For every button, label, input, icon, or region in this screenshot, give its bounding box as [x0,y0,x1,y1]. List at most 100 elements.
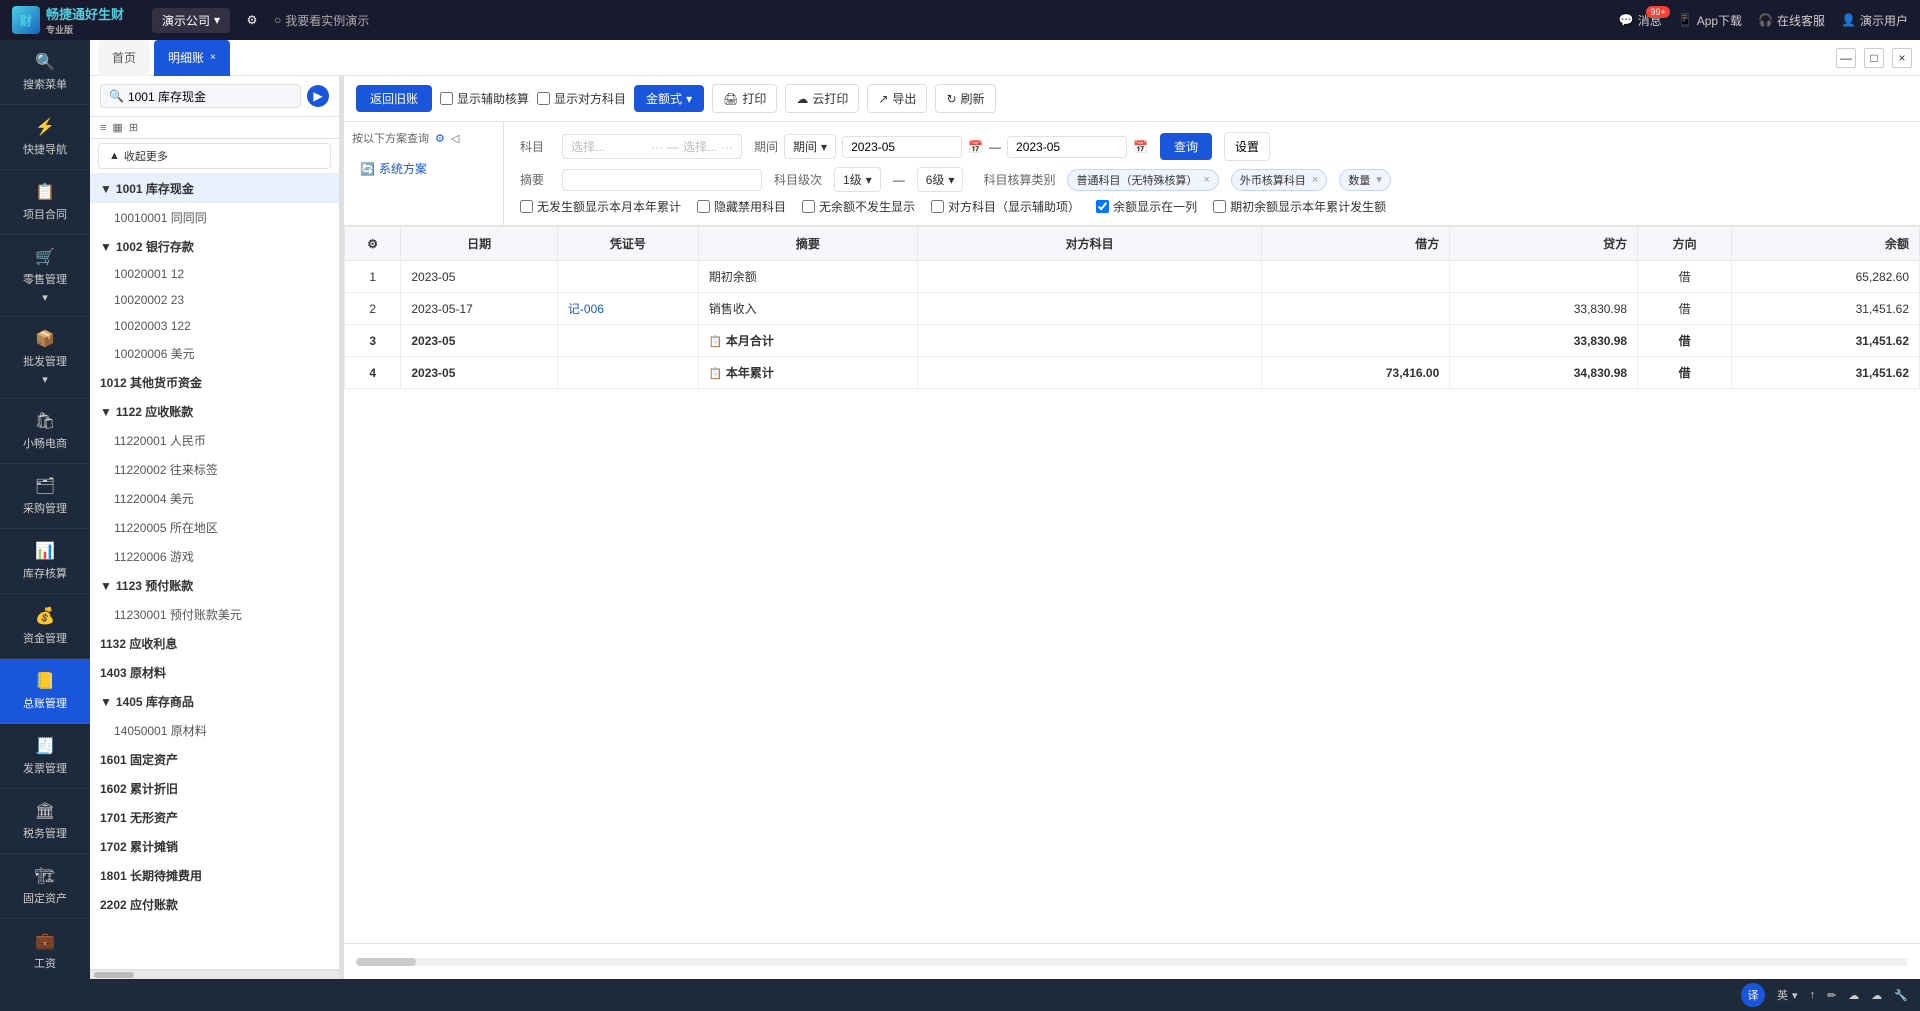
refresh-button[interactable]: ↻ 刷新 [935,84,995,113]
sidebar-item-tax[interactable]: 🏛 税务管理 [0,789,90,854]
account-item-10020003[interactable]: 10020003 122 [90,313,339,339]
show-balance-col-checkbox[interactable] [1096,200,1109,213]
app-download-button[interactable]: 📱 App下载 [1678,12,1742,29]
period-mode-select[interactable]: 期间 ▾ [784,134,836,159]
show-counterpart-checkbox-area[interactable]: 显示对方科目 [537,90,626,107]
sidebar-item-purchase[interactable]: 🗂 采购管理 [0,464,90,529]
account-item-11220004[interactable]: 11220004 美元 [90,484,339,513]
upload-button[interactable]: ↑ [1810,989,1816,1001]
account-item-11230001[interactable]: 11230001 预付账款美元 [90,600,339,629]
amount-mode-button[interactable]: 金额式 ▾ [634,85,704,112]
account-item-1602[interactable]: 1602 累计折旧 [90,774,339,803]
account-item-1601[interactable]: 1601 固定资产 [90,745,339,774]
account-item-11220002[interactable]: 11220002 往来标签 [90,455,339,484]
sidebar-item-salary[interactable]: 💼 工资 [0,919,90,979]
show-counterpart-filter-checkbox[interactable] [931,200,944,213]
cloud-sync-button[interactable]: ☁ [1848,989,1859,1002]
restore-button[interactable]: — [1836,48,1856,68]
sidebar-item-project[interactable]: 📋 项目合同 [0,170,90,235]
no-occurrence-checkbox[interactable] [520,200,533,213]
sidebar-item-finance[interactable]: 💰 资金管理 [0,594,90,659]
account-item-1405[interactable]: ▼ 1405 库存商品 [90,687,339,716]
show-balance-col-checkbox-area[interactable]: 余额显示在一列 [1096,198,1197,215]
account-item-1123[interactable]: ▼ 1123 预付账款 [90,571,339,600]
calendar-icon[interactable]: 📅 [1133,140,1148,154]
language-button[interactable]: 英 ▾ [1777,987,1798,1003]
account-item-2202[interactable]: 2202 应付账款 [90,890,339,919]
show-counterpart-checkbox[interactable] [537,92,550,105]
subject-input-area[interactable]: 选择... ··· — 选择... ··· [562,134,742,159]
print-button[interactable]: 🖨 打印 [712,84,777,113]
show-aux-checkbox[interactable] [440,92,453,105]
account-item-11220005[interactable]: 11220005 所在地区 [90,513,339,542]
period-beginning-checkbox-area[interactable]: 期初余额显示本年累计发生额 [1213,198,1386,215]
account-item-10010001[interactable]: 10010001 同同同 [90,203,339,232]
account-item-14050001[interactable]: 14050001 原材料 [90,716,339,745]
sidebar-item-ecommerce[interactable]: 🛍 小畅电商 [0,399,90,464]
account-item-1403[interactable]: 1403 原材料 [90,658,339,687]
sidebar-item-fixed-assets[interactable]: 🏗 固定资产 [0,854,90,919]
account-item-10020006[interactable]: 10020006 美元 [90,339,339,368]
account-item-1012[interactable]: 1012 其他货币资金 [90,368,339,397]
summary-input[interactable] [562,169,762,191]
settings-button[interactable]: ⚙ [238,6,266,34]
message-button[interactable]: 💬 消息 99+ [1619,12,1662,29]
sidebar-item-quick-nav[interactable]: ⚡ 快捷导航 [0,105,90,170]
edit-button[interactable]: ✏ [1827,989,1836,1002]
account-item-1122[interactable]: ▼ 1122 应收账款 [90,397,339,426]
sidebar-item-invoice[interactable]: 🧾 发票管理 [0,724,90,789]
show-counterpart-filter-checkbox-area[interactable]: 对方科目（显示辅助项） [931,198,1080,215]
tab-detail[interactable]: 明细账 × [154,40,230,76]
demo-button[interactable]: ○ 我要看实例演示 [274,12,369,29]
account-item-1801[interactable]: 1801 长期待摊费用 [90,861,339,890]
period-start-input[interactable] [842,136,962,158]
account-item-11220001[interactable]: 11220001 人民币 [90,426,339,455]
hide-disabled-checkbox[interactable] [697,200,710,213]
account-item-10020001[interactable]: 10020001 12 [90,261,339,287]
account-nav-button[interactable]: ▶ [307,85,329,107]
scheme-system[interactable]: 🔄 系统方案 [352,154,495,183]
setting-button[interactable]: 设置 [1224,132,1270,161]
tab-home[interactable]: 首页 [98,40,150,76]
account-item-1132[interactable]: 1132 应收利息 [90,629,339,658]
cloud-button-2[interactable]: ☁ [1871,989,1882,1002]
online-service-button[interactable]: 🎧 在线客服 [1758,12,1825,29]
account-scrollbar[interactable] [90,969,339,979]
sidebar-item-search[interactable]: 🔍 搜索菜单 [0,40,90,105]
show-aux-checkbox-area[interactable]: 显示辅助核算 [440,90,529,107]
collapse-button[interactable]: ▲ 收起更多 [98,143,331,169]
tools-button[interactable]: 🔧 [1894,989,1908,1002]
close-window-button[interactable]: × [1892,48,1912,68]
level-from-select[interactable]: 1级 ▾ [834,167,881,192]
horizontal-scrollbar[interactable] [356,958,1908,966]
account-item-10020002[interactable]: 10020002 23 [90,287,339,313]
period-end-input[interactable] [1007,136,1127,158]
export-button[interactable]: ↗ 导出 [867,84,927,113]
cloud-print-button[interactable]: ☁ 云打印 [785,84,859,113]
account-item-1002[interactable]: ▼ 1002 银行存款 [90,232,339,261]
voucher-link-2[interactable]: 记-006 [568,302,604,316]
remove-tag-3-button[interactable]: ▾ [1376,173,1382,186]
sidebar-item-ledger[interactable]: 📒 总账管理 [0,659,90,724]
account-item-1701[interactable]: 1701 无形资产 [90,803,339,832]
period-beginning-checkbox[interactable] [1213,200,1226,213]
account-search-input[interactable] [128,89,292,103]
no-occurrence-checkbox-area[interactable]: 无发生额显示本月本年累计 [520,198,681,215]
no-balance-checkbox[interactable] [802,200,815,213]
company-selector[interactable]: 演示公司 ▾ [152,8,230,33]
translate-button[interactable]: 译 [1741,983,1765,1007]
no-balance-checkbox-area[interactable]: 无余额不发生显示 [802,198,915,215]
tab-close-button[interactable]: × [210,52,216,63]
level-to-select[interactable]: 6级 ▾ [917,167,964,192]
account-item-11220006[interactable]: 11220006 游戏 [90,542,339,571]
user-menu[interactable]: 👤 演示用户 [1841,12,1908,29]
remove-tag-2-button[interactable]: × [1312,174,1318,186]
account-item-1001[interactable]: ▼ 1001 库存现金 [90,174,339,203]
back-to-old-button[interactable]: 返回旧账 [356,85,432,112]
remove-tag-1-button[interactable]: × [1203,174,1209,186]
hide-disabled-checkbox-area[interactable]: 隐藏禁用科目 [697,198,786,215]
calendar-icon[interactable]: 📅 [968,140,983,154]
col-settings[interactable]: ⚙ [345,227,401,261]
sidebar-item-inventory[interactable]: 📊 库存核算 [0,529,90,594]
maximize-button[interactable]: □ [1864,48,1884,68]
